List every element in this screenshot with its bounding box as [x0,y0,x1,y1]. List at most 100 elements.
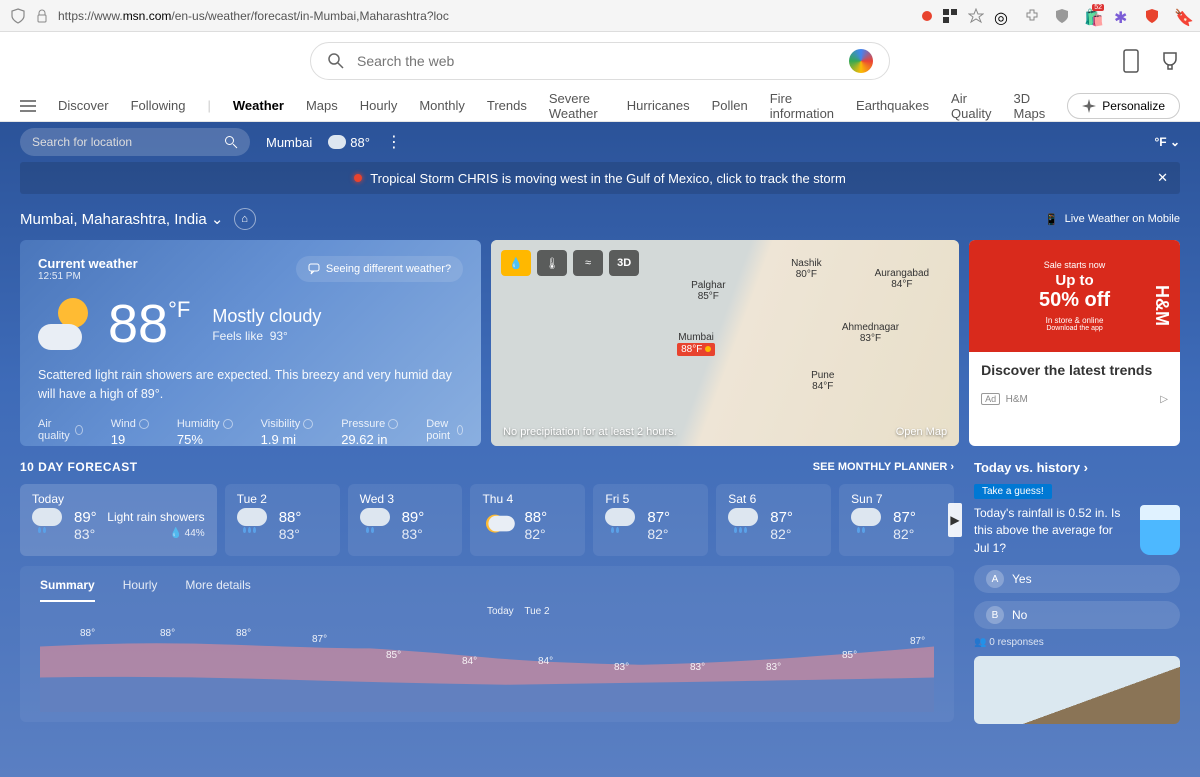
nav-separator: | [208,98,211,113]
chart-body[interactable]: Today Tue 2 88° 88° 88° 87° 85° 84° 84° … [20,602,954,722]
menu-icon[interactable] [20,100,36,112]
map-3d-button[interactable]: 3D [609,250,639,276]
map-temp-button[interactable]: 🌡 [537,250,567,276]
ad-sale: Sale starts now [1044,260,1106,270]
qr-icon[interactable] [942,8,958,24]
nav-weather[interactable]: Weather [233,98,284,113]
ad-card[interactable]: Sale starts now Up to 50% off In store &… [969,240,1180,446]
nav-bar: Discover Following | Weather Maps Hourly… [0,90,1200,122]
poll-no-button[interactable]: BNo [974,601,1180,629]
open-map-link[interactable]: Open Map [896,426,947,438]
nav-3dmaps[interactable]: 3D Maps [1014,91,1046,121]
url-bar[interactable]: https://www.msn.com/en-us/weather/foreca… [10,8,912,24]
cloud-icon [328,135,346,149]
live-weather-link[interactable]: 📱 Live Weather on Mobile [1045,213,1180,226]
nav-following[interactable]: Following [131,98,186,113]
ad-title: Discover the latest trends [969,352,1180,378]
poll-yes-button[interactable]: AYes [974,565,1180,593]
day-card[interactable]: Tue 288°83° [225,484,340,556]
monthly-planner-link[interactable]: SEE MONTHLY PLANNER › [813,461,954,473]
chart-temp: 85° [842,650,857,661]
map-precip-text: No precipitation for at least 2 hours. [503,426,677,438]
personalize-button[interactable]: Personalize [1067,93,1180,119]
nav-monthly[interactable]: Monthly [419,98,465,113]
nav-pollen[interactable]: Pollen [712,98,748,113]
strip-city[interactable]: Mumbai [266,135,312,150]
nav-earthquakes[interactable]: Earthquakes [856,98,929,113]
location-search[interactable] [20,128,250,156]
current-title: Current weather [38,256,138,271]
rain-icon [32,508,64,540]
forecast-next-button[interactable]: ▶ [948,503,962,537]
extensions-icon[interactable] [1024,8,1040,24]
brave-shield-icon[interactable] [1144,8,1160,24]
location-title-row: Mumbai, Maharashtra, India ⌄ ⌂ 📱 Live We… [0,194,1200,240]
stat-humidity: Humidity 75% [177,418,233,447]
day-card[interactable]: Fri 587°82° [593,484,708,556]
sidebar-image[interactable] [974,656,1180,724]
day-card-today[interactable]: Today 89°83° Light rain showers💧 44% [20,484,217,556]
alert-close-button[interactable]: ✕ [1157,170,1168,186]
search-icon [327,52,345,70]
tab-more[interactable]: More details [185,578,250,602]
weather-map[interactable]: 💧 🌡 ≈ 3D Nashik80°F Aurangabad84°F Palgh… [491,240,959,446]
chart-temp: 87° [910,636,925,647]
location-title[interactable]: Mumbai, Maharashtra, India ⌄ [20,210,224,228]
nav-trends[interactable]: Trends [487,98,527,113]
rain-icon [237,508,269,540]
history-question: Today's rainfall is 0.52 in. Is this abo… [974,505,1130,557]
mobile-icon[interactable] [1122,48,1140,74]
rain-icon [360,508,392,540]
chart-temp: 88° [80,628,95,639]
chart-tue-label: Tue 2 [524,606,549,617]
tab-summary[interactable]: Summary [40,578,95,602]
star-icon[interactable] [968,8,984,24]
tab-hourly[interactable]: Hourly [123,578,158,602]
current-temp: 88 [108,294,168,354]
nav-maps[interactable]: Maps [306,98,338,113]
day-name: Today [32,492,64,506]
home-button[interactable]: ⌂ [234,208,256,230]
ext-icon-1[interactable]: ◎ [994,8,1010,24]
search-input[interactable] [357,53,837,69]
unit-toggle[interactable]: °F ⌄ [1154,135,1180,149]
ad-choices-icon[interactable]: ▷ [1160,394,1168,405]
day-card[interactable]: Wed 389°83° [348,484,463,556]
copilot-icon[interactable] [849,49,873,73]
alert-banner[interactable]: Tropical Storm CHRIS is moving west in t… [20,162,1180,194]
day-precip: 💧 44% [107,528,204,539]
ext-icon-4[interactable]: 🛍️52 [1084,8,1100,24]
map-wind-button[interactable]: ≈ [573,250,603,276]
history-card: Today vs. history › Take a guess! Today'… [974,460,1180,724]
ad-advertiser: H&M [1006,394,1028,405]
stat-pressure: Pressure 29.62 in [341,418,398,447]
nav-hourly[interactable]: Hourly [360,98,398,113]
nav-hurricanes[interactable]: Hurricanes [627,98,690,113]
ad-upto: Up to [1055,272,1093,289]
day-card[interactable]: Thu 488°82° [470,484,585,556]
map-precip-button[interactable]: 💧 [501,250,531,276]
nav-fire[interactable]: Fire information [770,91,834,121]
location-search-input[interactable] [32,135,224,149]
chart-temp: 83° [766,662,781,673]
ad-download: Download the app [1046,325,1102,332]
history-title[interactable]: Today vs. history › [974,460,1180,475]
nav-air[interactable]: Air Quality [951,91,991,121]
day-condition: Light rain showers [107,510,204,524]
nav-severe[interactable]: Severe Weather [549,91,605,121]
trophy-icon[interactable] [1160,50,1180,72]
rain-icon [851,508,883,540]
weather-main: Mumbai 88° ⋮ °F ⌄ Tropical Storm CHRIS i… [0,122,1200,777]
search-box[interactable] [310,42,890,80]
ext-icon-5[interactable]: ✱ [1114,8,1130,24]
stat-wind: Wind 19 mph ↗ [111,418,149,447]
seeing-different-button[interactable]: Seeing different weather? [296,256,463,282]
day-card[interactable]: Sun 787°82° [839,484,954,556]
ext-icon-3[interactable] [1054,8,1070,24]
browser-chrome: https://www.msn.com/en-us/weather/foreca… [0,0,1200,32]
nav-discover[interactable]: Discover [58,98,109,113]
more-icon[interactable]: ⋮ [386,132,402,152]
day-card[interactable]: Sat 687°82° [716,484,831,556]
ext-icon-7[interactable]: 🔖 [1174,8,1190,24]
current-weather-card: Current weather 12:51 PM Seeing differen… [20,240,481,446]
